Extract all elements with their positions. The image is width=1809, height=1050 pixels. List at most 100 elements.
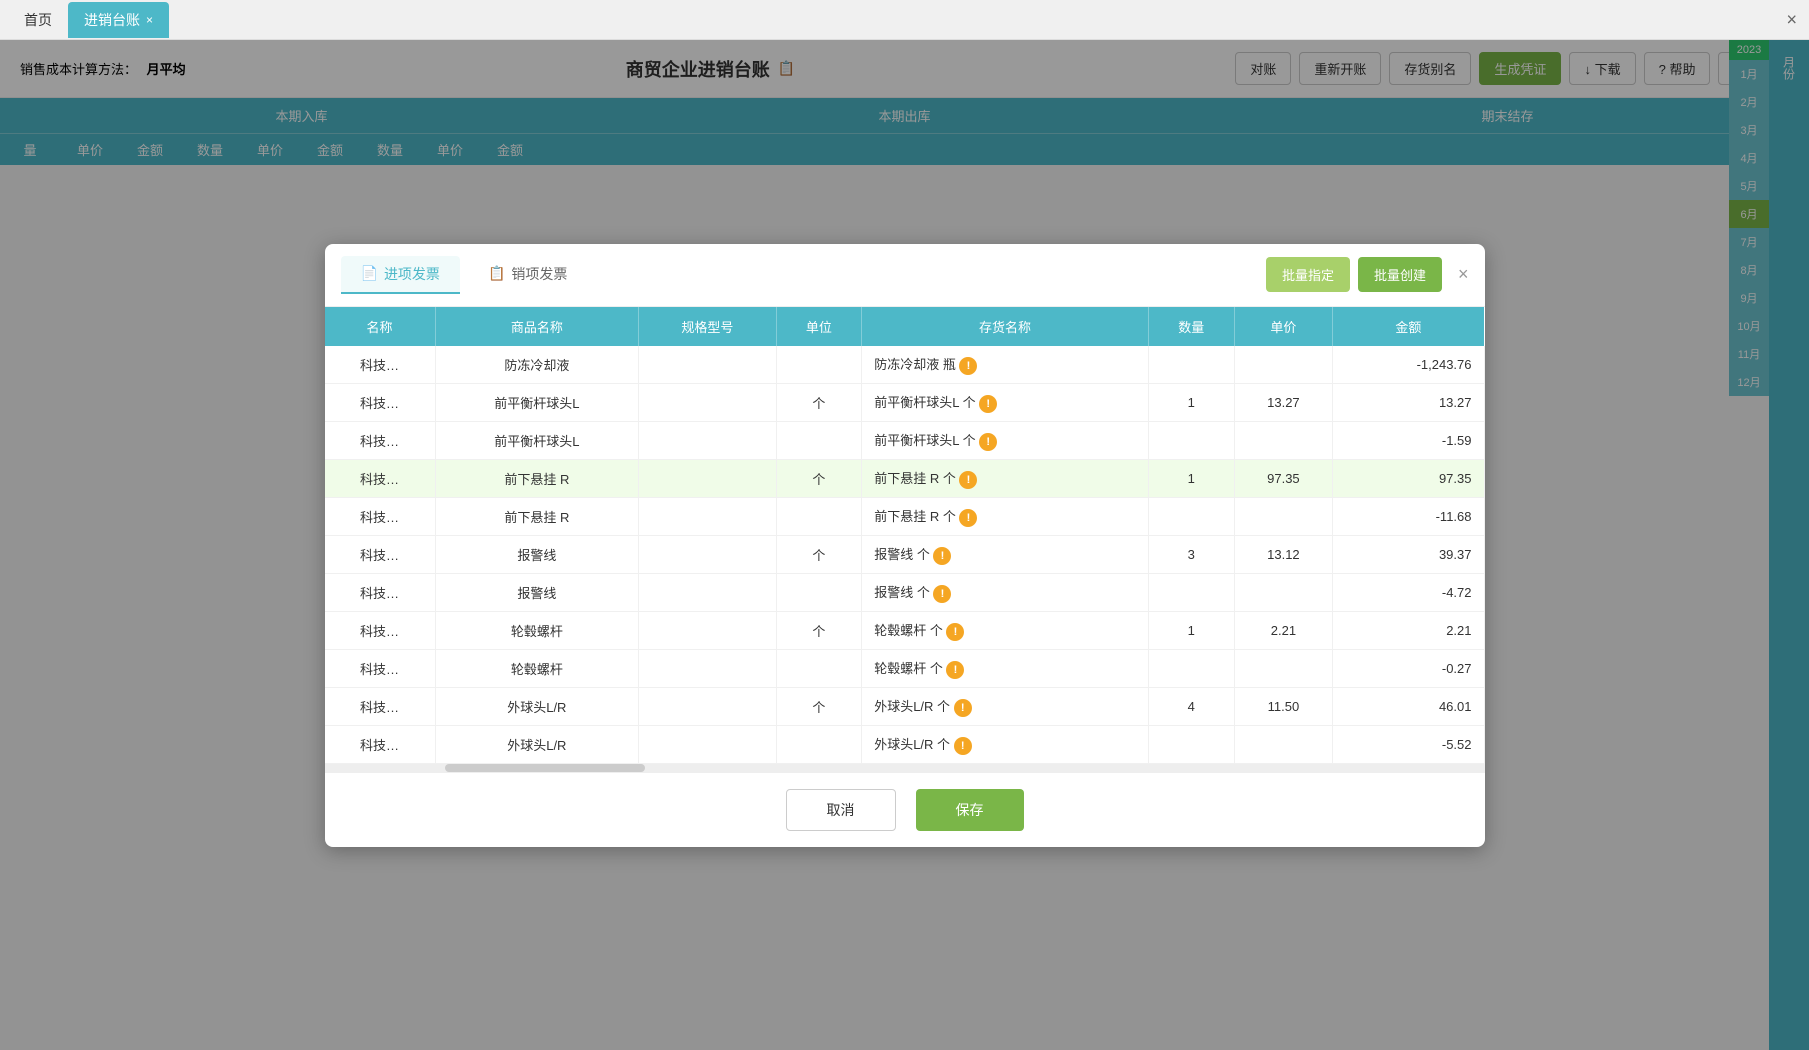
cell-unit: 个 — [776, 611, 862, 649]
table-row[interactable]: 科技… 前平衡杆球头L 个 前平衡杆球头L 个 ! 1 13.27 13.27 — [325, 383, 1485, 421]
tab-outgoing-invoice[interactable]: 📋 销项发票 — [468, 256, 587, 294]
cell-qty: 3 — [1148, 535, 1234, 573]
table-row[interactable]: 科技… 前下悬挂 R 个 前下悬挂 R 个 ! 1 97.35 97.35 — [325, 459, 1485, 497]
cell-amount: -11.68 — [1333, 497, 1484, 535]
alert-icon: ! — [959, 471, 977, 489]
cell-unit: 个 — [776, 459, 862, 497]
table-row[interactable]: 科技… 轮毂螺杆 个 轮毂螺杆 个 ! 1 2.21 2.21 — [325, 611, 1485, 649]
cell-amount: -5.52 — [1333, 725, 1484, 763]
cell-product-name: 外球头L/R — [435, 687, 639, 725]
table-row[interactable]: 科技… 防冻冷却液 防冻冷却液 瓶 ! -1,243.76 — [325, 346, 1485, 384]
cell-unit — [776, 421, 862, 459]
modal-footer: 取消 保存 — [325, 772, 1485, 847]
scroll-thumb[interactable] — [445, 764, 645, 772]
batch-create-button[interactable]: 批量创建 — [1358, 257, 1442, 292]
alert-icon: ! — [933, 585, 951, 603]
cell-inventory-name: 报警线 个 ! — [862, 573, 1149, 611]
invoice-table: 名称 商品名称 规格型号 单位 存货名称 数量 单价 金额 科技… 防冻冷却液 — [325, 307, 1485, 764]
cancel-button[interactable]: 取消 — [786, 789, 896, 831]
col-unit: 单位 — [776, 307, 862, 346]
tab-ledger[interactable]: 进销台账 × — [68, 2, 169, 38]
cell-price — [1234, 649, 1333, 687]
cell-spec — [639, 383, 776, 421]
cell-spec — [639, 459, 776, 497]
cell-product-name: 报警线 — [435, 535, 639, 573]
table-row[interactable]: 科技… 轮毂螺杆 轮毂螺杆 个 ! -0.27 — [325, 649, 1485, 687]
cell-name: 科技… — [325, 535, 436, 573]
cell-product-name: 防冻冷却液 — [435, 346, 639, 384]
cell-name: 科技… — [325, 611, 436, 649]
modal-header: 📄 进项发票 📋 销项发票 批量指定 批量创建 × — [325, 244, 1485, 307]
modal-overlay: 📄 进项发票 📋 销项发票 批量指定 批量创建 × — [0, 40, 1809, 1050]
cell-price: 2.21 — [1234, 611, 1333, 649]
table-header-row: 名称 商品名称 规格型号 单位 存货名称 数量 单价 金额 — [325, 307, 1485, 346]
cell-amount: 46.01 — [1333, 687, 1484, 725]
cell-price — [1234, 421, 1333, 459]
cell-amount: 97.35 — [1333, 459, 1484, 497]
cell-unit: 个 — [776, 383, 862, 421]
cell-inventory-name: 前平衡杆球头L 个 ! — [862, 421, 1149, 459]
modal-close-button[interactable]: × — [1458, 264, 1469, 285]
save-button[interactable]: 保存 — [916, 789, 1024, 831]
col-inventory-name: 存货名称 — [862, 307, 1149, 346]
table-row[interactable]: 科技… 报警线 报警线 个 ! -4.72 — [325, 573, 1485, 611]
batch-assign-button[interactable]: 批量指定 — [1266, 257, 1350, 292]
col-price: 单价 — [1234, 307, 1333, 346]
cell-unit — [776, 497, 862, 535]
cell-qty: 1 — [1148, 459, 1234, 497]
cell-product-name: 报警线 — [435, 573, 639, 611]
cell-qty: 1 — [1148, 383, 1234, 421]
table-row[interactable]: 科技… 前下悬挂 R 前下悬挂 R 个 ! -11.68 — [325, 497, 1485, 535]
cell-spec — [639, 421, 776, 459]
cell-unit: 个 — [776, 687, 862, 725]
cell-name: 科技… — [325, 649, 436, 687]
modal-dialog: 📄 进项发票 📋 销项发票 批量指定 批量创建 × — [325, 244, 1485, 847]
alert-icon: ! — [959, 509, 977, 527]
cell-qty — [1148, 346, 1234, 384]
cell-product-name: 前下悬挂 R — [435, 497, 639, 535]
cell-name: 科技… — [325, 687, 436, 725]
cell-price — [1234, 725, 1333, 763]
cell-inventory-name: 外球头L/R 个 ! — [862, 725, 1149, 763]
tab-incoming-invoice[interactable]: 📄 进项发票 — [341, 256, 460, 294]
tab-close-icon[interactable]: × — [146, 13, 153, 27]
cell-spec — [639, 687, 776, 725]
cell-qty — [1148, 725, 1234, 763]
alert-icon: ! — [979, 395, 997, 413]
cell-spec — [639, 497, 776, 535]
table-row[interactable]: 科技… 前平衡杆球头L 前平衡杆球头L 个 ! -1.59 — [325, 421, 1485, 459]
cell-spec — [639, 611, 776, 649]
cell-amount: -1,243.76 — [1333, 346, 1484, 384]
invoice-table-wrapper[interactable]: 名称 商品名称 规格型号 单位 存货名称 数量 单价 金额 科技… 防冻冷却液 — [325, 307, 1485, 772]
col-spec: 规格型号 — [639, 307, 776, 346]
col-name: 名称 — [325, 307, 436, 346]
tab-bar: 首页 进销台账 × × — [0, 0, 1809, 40]
table-row[interactable]: 科技… 报警线 个 报警线 个 ! 3 13.12 39.37 — [325, 535, 1485, 573]
table-row[interactable]: 科技… 外球头L/R 个 外球头L/R 个 ! 4 11.50 46.01 — [325, 687, 1485, 725]
cell-inventory-name: 前下悬挂 R 个 ! — [862, 497, 1149, 535]
cell-amount: -1.59 — [1333, 421, 1484, 459]
cell-product-name: 前平衡杆球头L — [435, 383, 639, 421]
cell-name: 科技… — [325, 459, 436, 497]
cell-amount: -4.72 — [1333, 573, 1484, 611]
cell-name: 科技… — [325, 421, 436, 459]
table-row[interactable]: 科技… 外球头L/R 外球头L/R 个 ! -5.52 — [325, 725, 1485, 763]
cell-inventory-name: 外球头L/R 个 ! — [862, 687, 1149, 725]
col-product-name: 商品名称 — [435, 307, 639, 346]
cell-price — [1234, 346, 1333, 384]
alert-icon: ! — [946, 661, 964, 679]
cell-spec — [639, 346, 776, 384]
cell-unit — [776, 649, 862, 687]
cell-product-name: 前平衡杆球头L — [435, 421, 639, 459]
tab-home[interactable]: 首页 — [8, 2, 68, 38]
cell-inventory-name: 轮毂螺杆 个 ! — [862, 611, 1149, 649]
window-close-button[interactable]: × — [1786, 9, 1797, 30]
cell-amount: 2.21 — [1333, 611, 1484, 649]
horizontal-scrollbar[interactable] — [325, 764, 1485, 772]
cell-name: 科技… — [325, 497, 436, 535]
cell-qty — [1148, 573, 1234, 611]
alert-icon: ! — [946, 623, 964, 641]
cell-unit: 个 — [776, 535, 862, 573]
cell-product-name: 轮毂螺杆 — [435, 649, 639, 687]
alert-icon: ! — [933, 547, 951, 565]
